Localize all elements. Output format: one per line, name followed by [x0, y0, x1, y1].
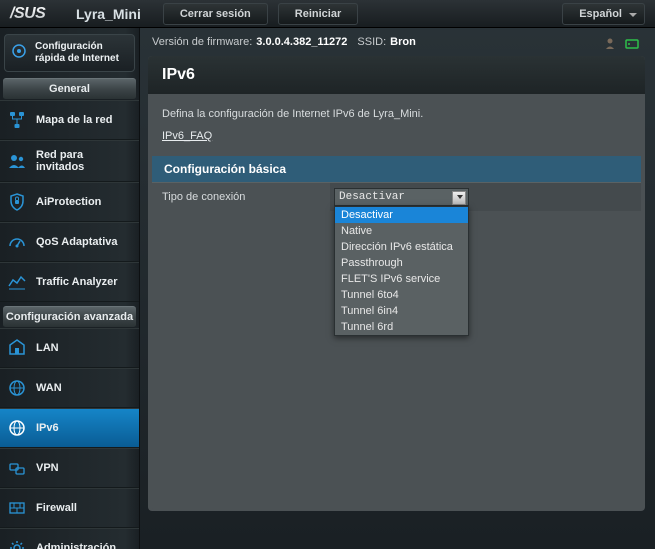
sidebar-item-lan[interactable]: LAN	[0, 328, 139, 368]
sidebar-item-wan[interactable]: WAN	[0, 368, 139, 408]
product-name: Lyra_Mini	[70, 6, 141, 22]
dropdown-option[interactable]: Desactivar	[335, 207, 468, 223]
brand-logo: /SUS	[0, 5, 70, 23]
firmware-version: 3.0.0.4.382_11272	[256, 36, 347, 48]
dropdown-option[interactable]: Tunnel 6to4	[335, 287, 468, 303]
sidebar-item-traffic-analyzer[interactable]: Traffic Analyzer	[0, 262, 139, 302]
sidebar-item-label: AiProtection	[36, 196, 101, 208]
sidebar-item-administration[interactable]: Administración	[0, 528, 139, 549]
connection-type-select[interactable]: Desactivar	[334, 188, 469, 206]
reboot-button[interactable]: Reiniciar	[278, 3, 358, 25]
info-bar: Versión de firmware: 3.0.0.4.382_11272 S…	[148, 28, 645, 56]
language-selector[interactable]: Español	[562, 3, 645, 25]
sidebar-item-label: Traffic Analyzer	[36, 276, 118, 288]
sidebar-item-qos[interactable]: QoS Adaptativa	[0, 222, 139, 262]
globe-icon	[6, 417, 28, 439]
globe-icon	[6, 377, 28, 399]
sidebar-item-label: QoS Adaptativa	[36, 236, 118, 248]
client-status-icon[interactable]	[605, 36, 619, 50]
shield-icon	[6, 191, 28, 213]
sidebar-item-label: IPv6	[36, 422, 59, 434]
traffic-analyzer-icon	[6, 271, 28, 293]
gauge-icon	[6, 231, 28, 253]
guest-network-icon	[6, 150, 28, 172]
sidebar-item-ipv6[interactable]: IPv6	[0, 408, 139, 448]
select-value: Desactivar	[339, 191, 405, 203]
connection-type-label: Tipo de conexión	[152, 183, 330, 211]
vpn-icon	[6, 457, 28, 479]
section-header-general: General	[3, 78, 136, 100]
connection-type-dropdown: Desactivar Native Dirección IPv6 estátic…	[334, 206, 469, 336]
dropdown-option[interactable]: Dirección IPv6 estática	[335, 239, 468, 255]
dropdown-option[interactable]: Passthrough	[335, 255, 468, 271]
gear-icon	[6, 537, 28, 549]
logout-button[interactable]: Cerrar sesión	[163, 3, 268, 25]
sidebar-item-label: LAN	[36, 342, 59, 354]
connection-type-row: Tipo de conexión Desactivar Desactivar N…	[152, 182, 641, 211]
network-map-icon	[6, 109, 28, 131]
wan-status-icon[interactable]	[625, 36, 639, 50]
qis-label: Configuración rápida de Internet	[35, 41, 119, 64]
firewall-icon	[6, 497, 28, 519]
dropdown-option[interactable]: Tunnel 6in4	[335, 303, 468, 319]
sidebar-item-label: VPN	[36, 462, 59, 474]
section-header-advanced: Configuración avanzada	[3, 306, 136, 328]
sidebar-item-guest-network[interactable]: Red para invitados	[0, 140, 139, 182]
dropdown-option[interactable]: Tunnel 6rd	[335, 319, 468, 335]
sidebar-item-label: WAN	[36, 382, 62, 394]
basic-config-header: Configuración básica	[152, 156, 641, 182]
ipv6-panel: IPv6 Defina la configuración de Internet…	[148, 56, 645, 511]
sidebar-item-label: Firewall	[36, 502, 77, 514]
sidebar-item-label: Red para invitados	[36, 149, 133, 173]
main-content: Versión de firmware: 3.0.0.4.382_11272 S…	[140, 28, 655, 549]
sidebar-item-label: Mapa de la red	[36, 114, 112, 126]
page-title: IPv6	[148, 56, 645, 94]
quick-internet-setup-button[interactable]: Configuración rápida de Internet	[4, 34, 135, 72]
sidebar-item-network-map[interactable]: Mapa de la red	[0, 100, 139, 140]
top-bar: /SUS Lyra_Mini Cerrar sesión Reiniciar E…	[0, 0, 655, 28]
chevron-down-icon	[457, 195, 463, 199]
dropdown-option[interactable]: FLET'S IPv6 service	[335, 271, 468, 287]
firmware-label: Versión de firmware:	[152, 36, 252, 48]
dropdown-option[interactable]: Native	[335, 223, 468, 239]
ipv6-faq-link[interactable]: IPv6_FAQ	[148, 126, 645, 156]
sidebar-item-firewall[interactable]: Firewall	[0, 488, 139, 528]
sidebar-item-label: Administración	[36, 542, 116, 549]
page-description: Defina la configuración de Internet IPv6…	[148, 94, 645, 126]
sidebar-item-vpn[interactable]: VPN	[0, 448, 139, 488]
ssid-label: SSID:	[357, 36, 386, 48]
ssid-value: Bron	[390, 36, 416, 48]
sidebar-item-aiprotection[interactable]: AiProtection	[0, 182, 139, 222]
setup-wizard-icon	[11, 43, 27, 59]
sidebar: Configuración rápida de Internet General…	[0, 28, 140, 549]
lan-icon	[6, 337, 28, 359]
